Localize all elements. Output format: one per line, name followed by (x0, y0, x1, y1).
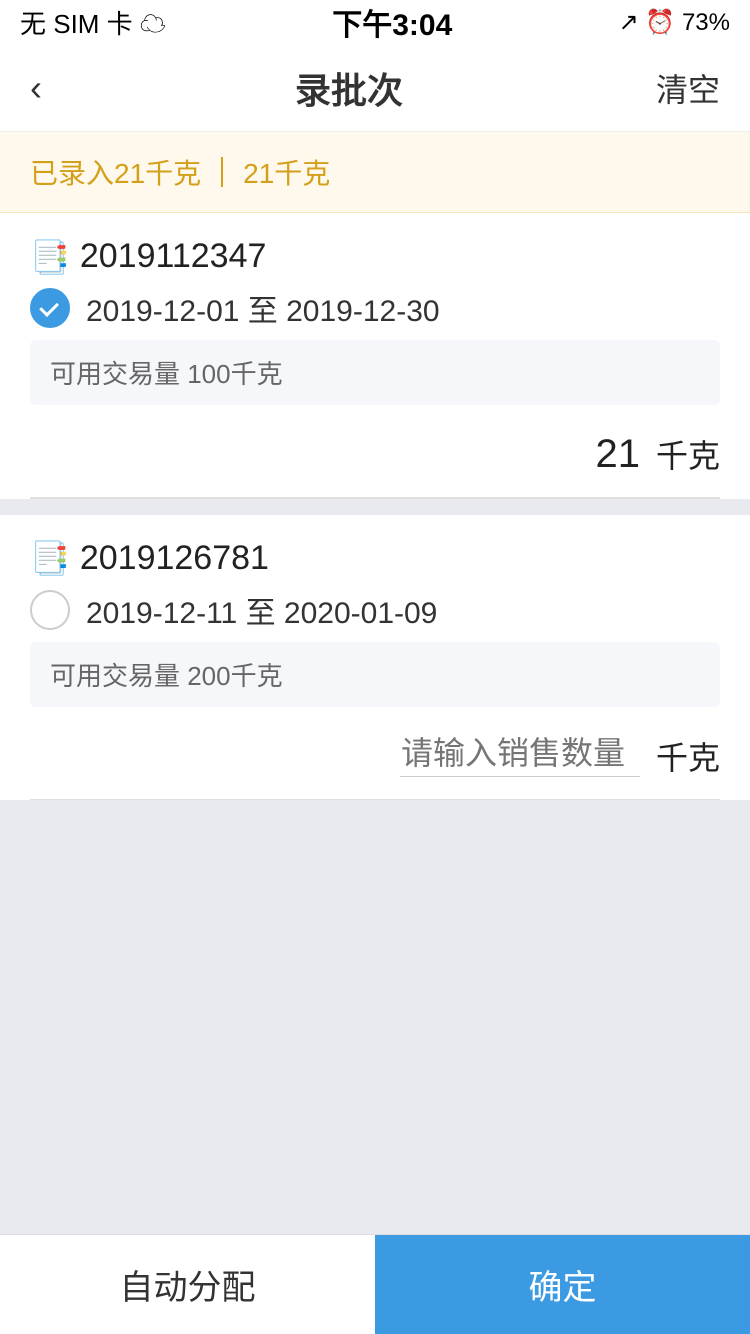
batch-header-1: 📑 2019112347 (0, 213, 750, 286)
batch-avail-1: 可用交易量 100千克 (30, 340, 720, 405)
summary-divider (221, 157, 223, 187)
status-right: ↗ ⏰ 73% (619, 8, 730, 37)
batch-number-2: 2019126781 (80, 539, 269, 578)
status-left: 无 SIM 卡 ☁ (20, 4, 166, 41)
section-divider (0, 499, 750, 515)
batch-date-row-1[interactable]: 2019-12-01 至 2019-12-30 (0, 286, 750, 340)
batch-avail-2: 可用交易量 200千克 (30, 642, 720, 707)
total-label: 21千克 (243, 152, 330, 192)
batch-date-1: 2019-12-01 至 2019-12-30 (86, 286, 440, 330)
batch-qty-value-1: 21 (595, 432, 640, 477)
bottom-bar: 自动分配 确定 (0, 1234, 750, 1334)
batch-qty-row-1: 21 千克 (0, 415, 750, 497)
batch-qty-input-2[interactable] (400, 735, 640, 777)
nav-bar: ‹ 录批次 清空 (0, 44, 750, 132)
batch-date-2: 2019-12-11 至 2020-01-09 (86, 588, 437, 632)
auto-distribute-button[interactable]: 自动分配 (0, 1235, 375, 1334)
batch-date-row-2[interactable]: 2019-12-11 至 2020-01-09 (0, 588, 750, 642)
batch-icon-2: 📑 (30, 539, 70, 577)
batch-qty-unit-1: 千克 (656, 431, 720, 477)
back-button[interactable]: ‹ (30, 67, 42, 109)
confirm-button[interactable]: 确定 (375, 1235, 750, 1334)
status-bar: 无 SIM 卡 ☁ 下午3:04 ↗ ⏰ 73% (0, 0, 750, 44)
batch-card-2: 📑 2019126781 2019-12-11 至 2020-01-09 可用交… (0, 515, 750, 801)
batch-qty-unit-2: 千克 (656, 733, 720, 779)
batch-card-1: 📑 2019112347 2019-12-01 至 2019-12-30 可用交… (0, 213, 750, 499)
batch-header-2: 📑 2019126781 (0, 515, 750, 588)
batch-number-1: 2019112347 (80, 237, 267, 276)
summary-banner: 已录入21千克 21千克 (0, 132, 750, 213)
clear-button[interactable]: 清空 (656, 65, 720, 111)
status-time: 下午3:04 (332, 0, 452, 44)
batch-icon-1: 📑 (30, 238, 70, 276)
carrier-text: 无 SIM 卡 ☁ (20, 4, 166, 41)
radio-btn-2[interactable] (30, 590, 70, 630)
radio-btn-1[interactable] (30, 288, 70, 328)
recorded-label: 已录入21千克 (30, 152, 201, 192)
status-icons: ↗ ⏰ 73% (619, 8, 730, 37)
page-title: 录批次 (295, 62, 403, 114)
batch-qty-row-2: 千克 (0, 717, 750, 799)
bottom-empty (0, 800, 750, 1240)
